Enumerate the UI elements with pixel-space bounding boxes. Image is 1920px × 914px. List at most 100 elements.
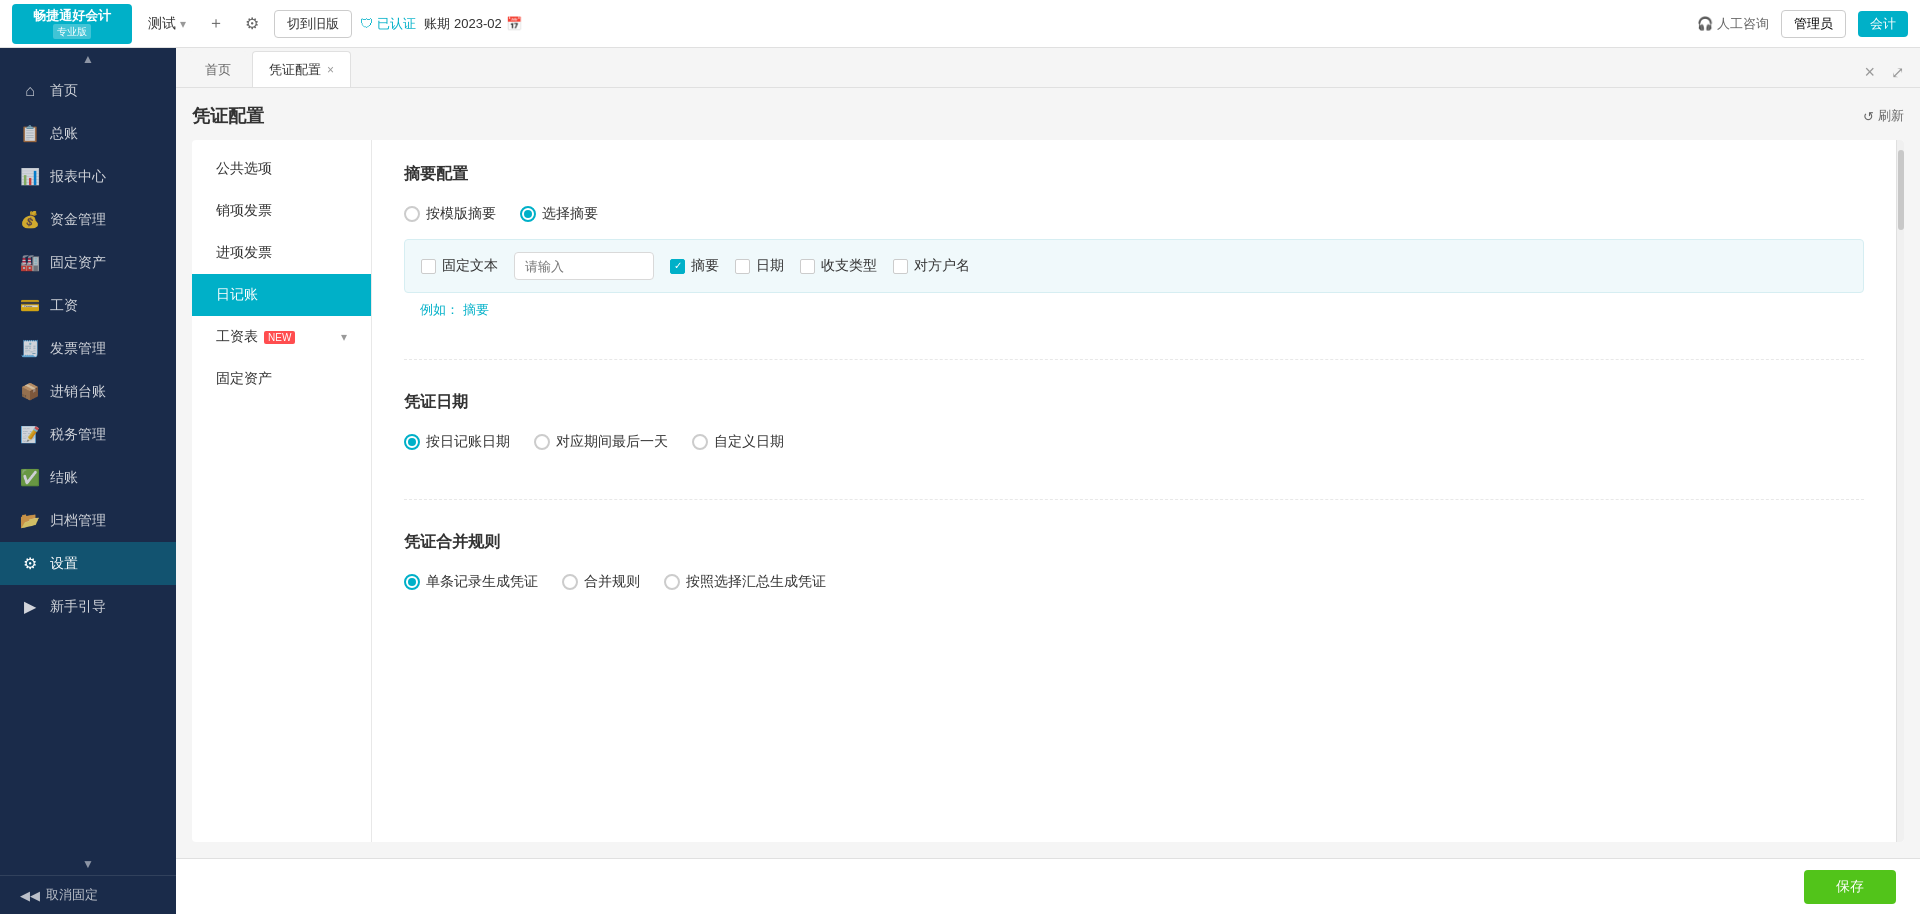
home-icon: ⌂: [20, 82, 40, 100]
sidebar: ▲ ⌂ 首页 📋 总账 📊 报表中心 💰 资金管理 🏭 固定资产: [0, 48, 176, 914]
config-main: 摘要配置 按模版摘要 选择摘要: [372, 140, 1896, 842]
admin-button[interactable]: 管理员: [1781, 10, 1846, 38]
checkbox-date[interactable]: 日期: [735, 257, 784, 275]
config-sidebar-item-purchase-invoice[interactable]: 进项发票: [192, 232, 371, 274]
save-button[interactable]: 保存: [1804, 870, 1896, 904]
date-section: 凭证日期 按日记账日期 对应期间最后一天: [404, 392, 1864, 500]
checkbox-box-counterparty: [893, 259, 908, 274]
reports-icon: 📊: [20, 167, 40, 186]
content-area: 首页 凭证配置 × × ⤢ 凭证配置 ↺ 刷新: [176, 48, 1920, 914]
calendar-icon[interactable]: 📅: [506, 16, 522, 31]
tab-voucher-config[interactable]: 凭证配置 ×: [252, 51, 351, 87]
summary-radio-group: 按模版摘要 选择摘要: [404, 205, 1864, 223]
merge-radio-rules[interactable]: 合并规则: [562, 573, 640, 591]
sidebar-scroll: ⌂ 首页 📋 总账 📊 报表中心 💰 资金管理 🏭 固定资产 💳 工资: [0, 70, 176, 853]
date-radio-period-end[interactable]: 对应期间最后一天: [534, 433, 668, 451]
close-accounts-icon: ✅: [20, 468, 40, 487]
sidebar-item-ledger[interactable]: 📋 总账: [0, 112, 176, 155]
scrollbar-thumb[interactable]: [1898, 150, 1904, 230]
config-sidebar-item-public[interactable]: 公共选项: [192, 148, 371, 190]
summary-options-row: 固定文本 摘要 日期: [404, 239, 1864, 293]
sidebar-item-salary[interactable]: 💳 工资: [0, 284, 176, 327]
checkbox-box-date: [735, 259, 750, 274]
merge-radio-single[interactable]: 单条记录生成凭证: [404, 573, 538, 591]
sidebar-bottom: ◀◀ 取消固定: [0, 875, 176, 914]
settings-icon: ⚙: [20, 554, 40, 573]
certified-badge: 🛡 已认证: [360, 15, 416, 33]
headset-icon: 🎧: [1697, 16, 1713, 31]
checkbox-fixed-text[interactable]: 固定文本: [421, 257, 498, 275]
new-badge: NEW: [264, 331, 295, 344]
summary-radio-template[interactable]: 按模版摘要: [404, 205, 496, 223]
checkbox-summary[interactable]: 摘要: [670, 257, 719, 275]
config-sidebar-item-fixed-assets[interactable]: 固定资产: [192, 358, 371, 400]
refresh-button[interactable]: ↺ 刷新: [1863, 107, 1904, 125]
expand-icon[interactable]: ⤢: [1887, 59, 1908, 86]
config-sidebar-item-payroll[interactable]: 工资表 NEW ▾: [192, 316, 371, 358]
sidebar-item-home[interactable]: ⌂ 首页: [0, 70, 176, 112]
sidebar-item-guide[interactable]: ▶ 新手引导: [0, 585, 176, 628]
date-radio-custom[interactable]: 自定义日期: [692, 433, 784, 451]
sidebar-item-assets[interactable]: 🏭 固定资产: [0, 241, 176, 284]
config-sidebar-item-journal[interactable]: 日记账: [192, 274, 371, 316]
sidebar-item-settings[interactable]: ⚙ 设置: [0, 542, 176, 585]
period-info: 账期 2023-02 📅: [424, 15, 522, 33]
add-icon[interactable]: ＋: [202, 10, 230, 38]
date-radio-group: 按日记账日期 对应期间最后一天 自定义日期: [404, 433, 1864, 451]
window-close-icon[interactable]: ×: [1860, 58, 1879, 87]
sidebar-item-sales[interactable]: 📦 进销台账: [0, 370, 176, 413]
gear-icon[interactable]: ⚙: [238, 10, 266, 38]
sidebar-scroll-up[interactable]: ▲: [0, 48, 176, 70]
checkbox-box-pay-type: [800, 259, 815, 274]
unfix-button[interactable]: ◀◀ 取消固定: [0, 876, 176, 914]
tax-icon: 📝: [20, 425, 40, 444]
sidebar-item-funds[interactable]: 💰 资金管理: [0, 198, 176, 241]
checkbox-pay-type[interactable]: 收支类型: [800, 257, 877, 275]
radio-circle-single: [404, 574, 420, 590]
fixed-text-input[interactable]: [514, 252, 654, 280]
logo: 畅捷通好会计 专业版: [12, 4, 132, 44]
merge-radio-group: 单条记录生成凭证 合并规则 按照选择汇总生成凭证: [404, 573, 1864, 591]
radio-circle-custom-date: [692, 434, 708, 450]
radio-circle-journal-date: [404, 434, 420, 450]
switch-button[interactable]: 切到旧版: [274, 10, 352, 38]
radio-circle-template: [404, 206, 420, 222]
date-radio-journal[interactable]: 按日记账日期: [404, 433, 510, 451]
summary-radio-select[interactable]: 选择摘要: [520, 205, 598, 223]
chevron-down-icon: ▾: [180, 17, 186, 31]
merge-section-title: 凭证合并规则: [404, 532, 1864, 553]
merge-section: 凭证合并规则 单条记录生成凭证 合并规则: [404, 532, 1864, 639]
radio-circle-period-end: [534, 434, 550, 450]
config-layout: 公共选项 销项发票 进项发票 日记账 工资表 NEW ▾: [192, 140, 1904, 842]
salary-icon: 💳: [20, 296, 40, 315]
date-section-title: 凭证日期: [404, 392, 1864, 413]
project-name: 测试: [148, 15, 176, 33]
tab-close-icon[interactable]: ×: [327, 63, 334, 77]
tab-home[interactable]: 首页: [188, 51, 248, 87]
sidebar-item-invoice[interactable]: 🧾 发票管理: [0, 327, 176, 370]
sidebar-scroll-down[interactable]: ▼: [0, 853, 176, 875]
tab-bar-right: × ⤢: [1860, 58, 1908, 87]
sidebar-item-reports[interactable]: 📊 报表中心: [0, 155, 176, 198]
guide-icon: ▶: [20, 597, 40, 616]
refresh-icon: ↺: [1863, 109, 1874, 124]
checkbox-box-summary: [670, 259, 685, 274]
sidebar-item-tax[interactable]: 📝 税务管理: [0, 413, 176, 456]
radio-circle-merge-rules: [562, 574, 578, 590]
ledger-icon: 📋: [20, 124, 40, 143]
config-sidebar-item-sales-invoice[interactable]: 销项发票: [192, 190, 371, 232]
summary-section-title: 摘要配置: [404, 164, 1864, 185]
sidebar-item-close[interactable]: ✅ 结账: [0, 456, 176, 499]
summary-section: 摘要配置 按模版摘要 选择摘要: [404, 164, 1864, 360]
page-title: 凭证配置: [192, 104, 264, 128]
sidebar-item-archive[interactable]: 📂 归档管理: [0, 499, 176, 542]
archive-icon: 📂: [20, 511, 40, 530]
consult-button[interactable]: 🎧 人工咨询: [1697, 15, 1769, 33]
merge-radio-summary[interactable]: 按照选择汇总生成凭证: [664, 573, 826, 591]
accountant-button[interactable]: 会计: [1858, 11, 1908, 37]
logo-sub: 专业版: [53, 24, 91, 39]
tab-bar: 首页 凭证配置 × × ⤢: [176, 48, 1920, 88]
project-selector[interactable]: 测试 ▾: [140, 15, 194, 33]
checkbox-counterparty[interactable]: 对方户名: [893, 257, 970, 275]
scrollbar-track[interactable]: [1896, 140, 1904, 842]
